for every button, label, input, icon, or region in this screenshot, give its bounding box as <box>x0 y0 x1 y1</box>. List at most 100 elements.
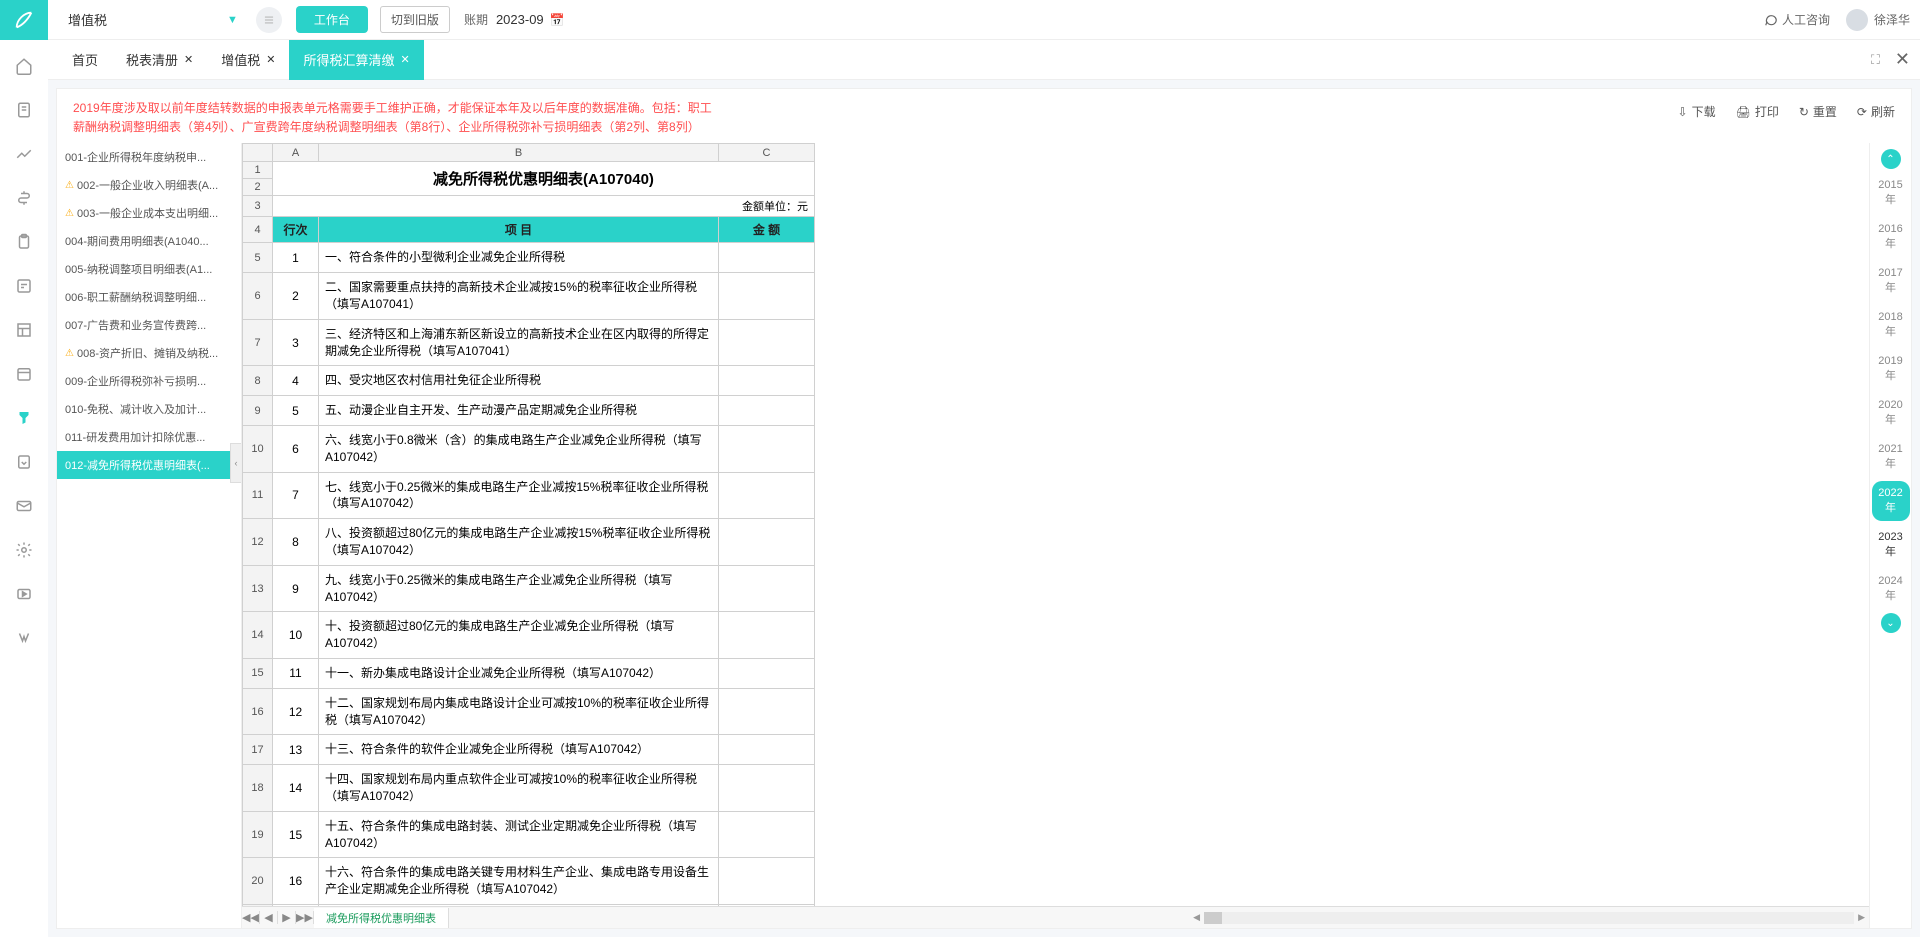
col-header-c[interactable]: C <box>719 144 815 162</box>
form-list-item[interactable]: ⚠003-一般企业成本支出明细... <box>57 199 241 227</box>
item-cell[interactable]: 十六、符合条件的集成电路关键专用材料生产企业、集成电路专用设备生产企业定期减免企… <box>319 858 719 905</box>
year-2021年[interactable]: 2021年 <box>1872 437 1910 477</box>
sheet-tab-active[interactable]: 减免所得税优惠明细表 <box>314 908 449 928</box>
calendar-icon[interactable]: 📅 <box>550 13 565 27</box>
year-2023年[interactable]: 2023年 <box>1872 525 1910 565</box>
item-cell[interactable]: 七、线宽小于0.25微米的集成电路生产企业减按15%税率征收企业所得税（填写A1… <box>319 472 719 519</box>
row-number[interactable]: 9 <box>273 565 319 612</box>
row-number[interactable]: 5 <box>273 396 319 426</box>
amount-cell[interactable] <box>719 243 815 273</box>
sheet-nav-last[interactable]: ▶▶ <box>296 911 314 924</box>
amount-cell[interactable] <box>719 366 815 396</box>
year-2022年[interactable]: 2022年 <box>1872 481 1910 521</box>
item-cell[interactable]: 四、受灾地区农村信用社免征企业所得税 <box>319 366 719 396</box>
col-header-b[interactable]: B <box>319 144 719 162</box>
form-list-item[interactable]: 010-免税、减计收入及加计... <box>57 395 241 423</box>
nav-chart-icon[interactable] <box>0 136 48 172</box>
row-number[interactable]: 6 <box>273 425 319 472</box>
item-cell[interactable]: 十一、新办集成电路设计企业减免企业所得税（填写A107042） <box>319 658 719 688</box>
year-2024年[interactable]: 2024年 <box>1872 569 1910 609</box>
amount-cell[interactable] <box>719 658 815 688</box>
nav-doc-icon[interactable] <box>0 92 48 128</box>
row-number[interactable]: 8 <box>273 519 319 566</box>
nav-settings-icon[interactable] <box>0 532 48 568</box>
form-list-item[interactable]: 001-企业所得税年度纳税申... <box>57 143 241 171</box>
form-list-item[interactable]: 005-纳税调整项目明细表(A1... <box>57 255 241 283</box>
year-up-icon[interactable]: ⌃ <box>1881 149 1901 169</box>
sheet-table[interactable]: A B C 1减免所得税优惠明细表(A107040) 2 3金额单位：元 4 行… <box>242 143 815 906</box>
nav-clipboard-icon[interactable] <box>0 224 48 260</box>
amount-cell[interactable] <box>719 396 815 426</box>
nav-tax-icon[interactable] <box>0 400 48 436</box>
nav-archive-icon[interactable] <box>0 444 48 480</box>
close-icon[interactable]: ✕ <box>401 53 410 66</box>
year-2020年[interactable]: 2020年 <box>1872 393 1910 433</box>
refresh-button[interactable]: ⟳ 刷新 <box>1857 103 1895 120</box>
item-cell[interactable]: 六、线宽小于0.8微米（含）的集成电路生产企业减免企业所得税（填写A107042… <box>319 425 719 472</box>
row-number[interactable]: 15 <box>273 811 319 858</box>
tab-所得税汇算清缴[interactable]: 所得税汇算清缴✕ <box>289 40 423 80</box>
year-2019年[interactable]: 2019年 <box>1872 349 1910 389</box>
item-cell[interactable]: 二、国家需要重点扶持的高新技术企业减按15%的税率征收企业所得税（填写A1070… <box>319 273 719 320</box>
amount-cell[interactable] <box>719 765 815 812</box>
form-list-item[interactable]: 011-研发费用加计扣除优惠... <box>57 423 241 451</box>
row-number[interactable]: 10 <box>273 612 319 659</box>
amount-cell[interactable] <box>719 565 815 612</box>
tab-增值税[interactable]: 增值税✕ <box>207 40 289 80</box>
item-cell[interactable]: 三、经济特区和上海浦东新区新设立的高新技术企业在区内取得的所得定期减免企业所得税… <box>319 319 719 366</box>
tab-首页[interactable]: 首页 <box>58 40 112 80</box>
year-2018年[interactable]: 2018年 <box>1872 305 1910 345</box>
amount-cell[interactable] <box>719 425 815 472</box>
amount-cell[interactable] <box>719 519 815 566</box>
nav-calendar-icon[interactable] <box>0 356 48 392</box>
period-value[interactable]: 2023-09 <box>496 12 544 27</box>
form-list-item[interactable]: 007-广告费和业务宣传费跨... <box>57 311 241 339</box>
row-number[interactable]: 4 <box>273 366 319 396</box>
year-2016年[interactable]: 2016年 <box>1872 217 1910 257</box>
row-number[interactable]: 13 <box>273 735 319 765</box>
nav-vip-icon[interactable] <box>0 620 48 656</box>
item-cell[interactable]: 十、投资额超过80亿元的集成电路生产企业减免企业所得税（填写A107042） <box>319 612 719 659</box>
form-list-item[interactable]: 009-企业所得税弥补亏损明... <box>57 367 241 395</box>
row-number[interactable]: 1 <box>273 243 319 273</box>
close-icon[interactable]: ✕ <box>266 53 275 66</box>
nav-money-icon[interactable] <box>0 180 48 216</box>
collapse-handle[interactable]: ‹ <box>230 443 242 483</box>
amount-cell[interactable] <box>719 472 815 519</box>
row-number[interactable]: 16 <box>273 858 319 905</box>
amount-cell[interactable] <box>719 319 815 366</box>
item-cell[interactable]: 九、线宽小于0.25微米的集成电路生产企业减免企业所得税（填写A107042） <box>319 565 719 612</box>
expand-icon[interactable]: ⛶ <box>1871 52 1880 68</box>
item-cell[interactable]: 十四、国家规划布局内重点软件企业可减按10%的税率征收企业所得税（填写A1070… <box>319 765 719 812</box>
row-number[interactable]: 7 <box>273 472 319 519</box>
user-menu[interactable]: 徐泽华 <box>1846 9 1910 31</box>
row-number[interactable]: 2 <box>273 273 319 320</box>
help-link[interactable]: 人工咨询 <box>1764 11 1830 28</box>
item-cell[interactable]: 八、投资额超过80亿元的集成电路生产企业减按15%税率征收企业所得税（填写A10… <box>319 519 719 566</box>
year-2017年[interactable]: 2017年 <box>1872 261 1910 301</box>
horizontal-scrollbar[interactable]: ◀ ▶ <box>449 912 1869 924</box>
nav-report-icon[interactable] <box>0 268 48 304</box>
amount-cell[interactable] <box>719 858 815 905</box>
amount-cell[interactable] <box>719 688 815 735</box>
row-number[interactable]: 3 <box>273 319 319 366</box>
switch-old-button[interactable]: 切到旧版 <box>380 6 450 33</box>
item-cell[interactable]: 十二、国家规划布局内集成电路设计企业可减按10%的税率征收企业所得税（填写A10… <box>319 688 719 735</box>
workspace-button[interactable]: 工作台 <box>296 6 368 33</box>
amount-cell[interactable] <box>719 273 815 320</box>
close-all-icon[interactable]: ✕ <box>1895 49 1910 70</box>
download-button[interactable]: ⇩ 下载 <box>1678 103 1716 120</box>
form-list-item[interactable]: ⚠002-一般企业收入明细表(A... <box>57 171 241 199</box>
nav-video-icon[interactable] <box>0 576 48 612</box>
form-list-item[interactable]: 006-职工薪酬纳税调整明细... <box>57 283 241 311</box>
item-cell[interactable]: 一、符合条件的小型微利企业减免企业所得税 <box>319 243 719 273</box>
nav-template-icon[interactable] <box>0 312 48 348</box>
col-header-a[interactable]: A <box>273 144 319 162</box>
item-cell[interactable]: 十五、符合条件的集成电路封装、测试企业定期减免企业所得税（填写A107042） <box>319 811 719 858</box>
row-number[interactable]: 14 <box>273 765 319 812</box>
item-cell[interactable]: 五、动漫企业自主开发、生产动漫产品定期减免企业所得税 <box>319 396 719 426</box>
form-list-item[interactable]: 012-减免所得税优惠明细表(... <box>57 451 241 479</box>
form-list-item[interactable]: 004-期间费用明细表(A1040... <box>57 227 241 255</box>
list-button[interactable] <box>256 7 282 33</box>
row-number[interactable]: 12 <box>273 688 319 735</box>
